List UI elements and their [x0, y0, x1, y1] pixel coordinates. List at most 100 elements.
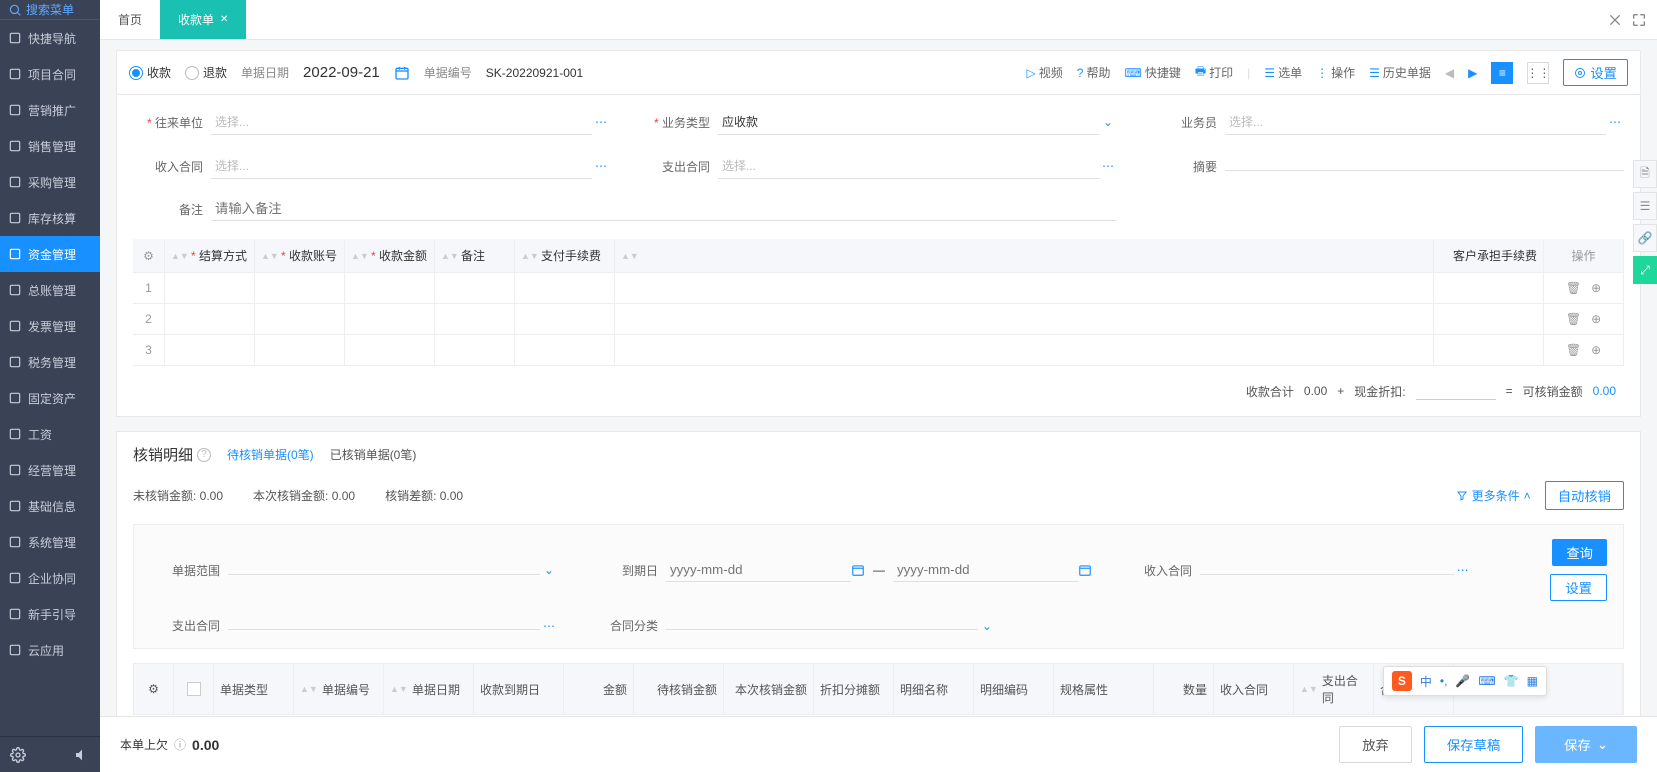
volume-icon[interactable]	[74, 747, 90, 763]
calendar-icon[interactable]	[1078, 563, 1092, 577]
ime-skin-icon[interactable]: 👕	[1504, 674, 1519, 688]
sidebar-item[interactable]: 总账管理	[0, 272, 100, 308]
sidebar-item[interactable]: 销售管理	[0, 128, 100, 164]
discount-input[interactable]	[1416, 382, 1496, 400]
ime-bar[interactable]: S 中 •, 🎤 ⌨ 👕 ▦	[1383, 666, 1547, 696]
ime-punct-icon[interactable]: •,	[1440, 674, 1448, 688]
sidebar-item[interactable]: 项目合同	[0, 56, 100, 92]
option-link[interactable]: ☰选单	[1264, 64, 1302, 81]
chevron-down-icon[interactable]: ⌄	[540, 563, 558, 577]
help-link[interactable]: ?帮助	[1077, 64, 1111, 81]
sidebar-item[interactable]: 云应用	[0, 632, 100, 668]
sidebar-item[interactable]: 固定资产	[0, 380, 100, 416]
col-fee[interactable]: 支付手续费	[541, 247, 601, 264]
col-pending[interactable]: 待核销金额	[657, 681, 717, 698]
add-icon[interactable]: ⊕	[1591, 312, 1601, 326]
ime-menu-icon[interactable]: ▦	[1527, 674, 1538, 688]
expense-contract-filter[interactable]	[228, 621, 540, 630]
next-icon[interactable]: ▶	[1468, 66, 1477, 80]
sidebar-item[interactable]: 系统管理	[0, 524, 100, 560]
close-icon[interactable]	[1607, 12, 1623, 28]
save-draft-button[interactable]: 保存草稿	[1424, 726, 1523, 763]
more-conditions-link[interactable]: 更多条件 ˄	[1456, 487, 1531, 504]
col-amount[interactable]: 收款金额	[371, 247, 427, 264]
gear-icon[interactable]: ⚙	[133, 239, 165, 272]
contract-cat-filter[interactable]	[666, 621, 978, 630]
add-icon[interactable]: ⊕	[1591, 281, 1601, 295]
table-row[interactable]: 3🗑⊕	[133, 335, 1624, 366]
video-link[interactable]: ▷视频	[1027, 64, 1063, 81]
sidebar-item[interactable]: 采购管理	[0, 164, 100, 200]
col-due[interactable]: 收款到期日	[480, 681, 540, 698]
float-attach-icon[interactable]: 🔗	[1633, 224, 1657, 252]
col-date[interactable]: 单据日期	[412, 681, 460, 698]
col-acct[interactable]: 收款账号	[281, 247, 337, 264]
table-row[interactable]: 2🗑⊕	[133, 304, 1624, 335]
gear-icon[interactable]: ⚙	[134, 664, 174, 714]
ellipsis-icon[interactable]: ⋯	[540, 619, 558, 633]
tab-pending[interactable]: 待核销单据(0笔)	[227, 446, 314, 463]
calendar-icon[interactable]	[851, 563, 865, 577]
settings-button[interactable]: 设置	[1563, 59, 1628, 86]
sidebar-search[interactable]: 搜索菜单	[0, 0, 100, 20]
counterparty-input[interactable]: 选择...	[211, 109, 592, 135]
auto-writeoff-button[interactable]: 自动核销	[1545, 481, 1624, 510]
add-icon[interactable]: ⊕	[1591, 343, 1601, 357]
sidebar-item[interactable]: 快捷导航	[0, 20, 100, 56]
view-grid-button[interactable]: ⋮⋮	[1527, 62, 1549, 84]
delete-icon[interactable]: 🗑	[1566, 312, 1581, 326]
table-row[interactable]: 1🗑⊕	[133, 273, 1624, 304]
col-remark[interactable]: 备注	[461, 247, 485, 264]
view-list-button[interactable]: ≡	[1491, 62, 1513, 84]
fullscreen-icon[interactable]	[1631, 12, 1647, 28]
biztype-input[interactable]: 应收款	[718, 109, 1099, 135]
ime-mic-icon[interactable]: 🎤	[1455, 674, 1470, 688]
shortcut-link[interactable]: ⌨快捷键	[1124, 64, 1180, 81]
prev-icon[interactable]: ◀	[1445, 66, 1454, 80]
float-expand-icon[interactable]: ⤢	[1633, 256, 1657, 284]
col-this[interactable]: 本次核销金额	[735, 681, 807, 698]
sidebar-item[interactable]: 基础信息	[0, 488, 100, 524]
delete-icon[interactable]: 🗑	[1566, 343, 1581, 357]
help-icon[interactable]: ⓘ	[174, 736, 186, 753]
date-from-input[interactable]	[666, 558, 851, 582]
chevron-down-icon[interactable]: ⌄	[1099, 115, 1117, 129]
chevron-down-icon[interactable]: ⌄	[978, 619, 996, 633]
ellipsis-icon[interactable]: ⋯	[1606, 115, 1624, 129]
sidebar-item[interactable]: 工资	[0, 416, 100, 452]
float-list-icon[interactable]: ☰	[1633, 192, 1657, 220]
sidebar-item[interactable]: 新手引导	[0, 596, 100, 632]
history-link[interactable]: ☰历史单据	[1369, 64, 1431, 81]
income-contract-filter[interactable]	[1200, 566, 1454, 575]
col-expense[interactable]: 支出合同	[1322, 672, 1367, 706]
date-value[interactable]: 2022-09-21	[303, 64, 380, 81]
ellipsis-icon[interactable]: ⋯	[1454, 563, 1472, 577]
income-contract-input[interactable]: 选择...	[211, 153, 592, 179]
col-dcode[interactable]: 明细编码	[980, 681, 1028, 698]
tab-receipt[interactable]: 收款单 ✕	[160, 0, 246, 39]
sidebar-item[interactable]: 发票管理	[0, 308, 100, 344]
sidebar-item[interactable]: 企业协同	[0, 560, 100, 596]
close-icon[interactable]: ✕	[220, 14, 228, 25]
col-dname[interactable]: 明细名称	[900, 681, 948, 698]
col-no[interactable]: 单据编号	[322, 681, 370, 698]
ime-keyboard-icon[interactable]: ⌨	[1478, 674, 1495, 688]
expense-contract-input[interactable]: 选择...	[718, 153, 1099, 179]
ellipsis-icon[interactable]: ⋯	[592, 115, 610, 129]
remark-input[interactable]	[211, 197, 1117, 221]
tab-home[interactable]: 首页	[100, 0, 160, 39]
calendar-icon[interactable]	[394, 65, 410, 81]
ellipsis-icon[interactable]: ⋯	[1099, 159, 1117, 173]
col-type[interactable]: 单据类型	[220, 681, 268, 698]
col-settle[interactable]: 结算方式	[191, 247, 247, 264]
sidebar-item[interactable]: 税务管理	[0, 344, 100, 380]
sidebar-item[interactable]: 营销推广	[0, 92, 100, 128]
gear-icon[interactable]	[10, 747, 26, 763]
col-amount2[interactable]: 金额	[603, 681, 627, 698]
col-discount[interactable]: 折扣分摊额	[820, 681, 880, 698]
sidebar-item[interactable]: 库存核算	[0, 200, 100, 236]
ellipsis-icon[interactable]: ⋯	[592, 159, 610, 173]
col-custfee[interactable]: 客户承担手续费	[1453, 247, 1537, 264]
docrange-input[interactable]	[228, 566, 540, 575]
float-note-icon[interactable]: 🗎	[1633, 160, 1657, 188]
